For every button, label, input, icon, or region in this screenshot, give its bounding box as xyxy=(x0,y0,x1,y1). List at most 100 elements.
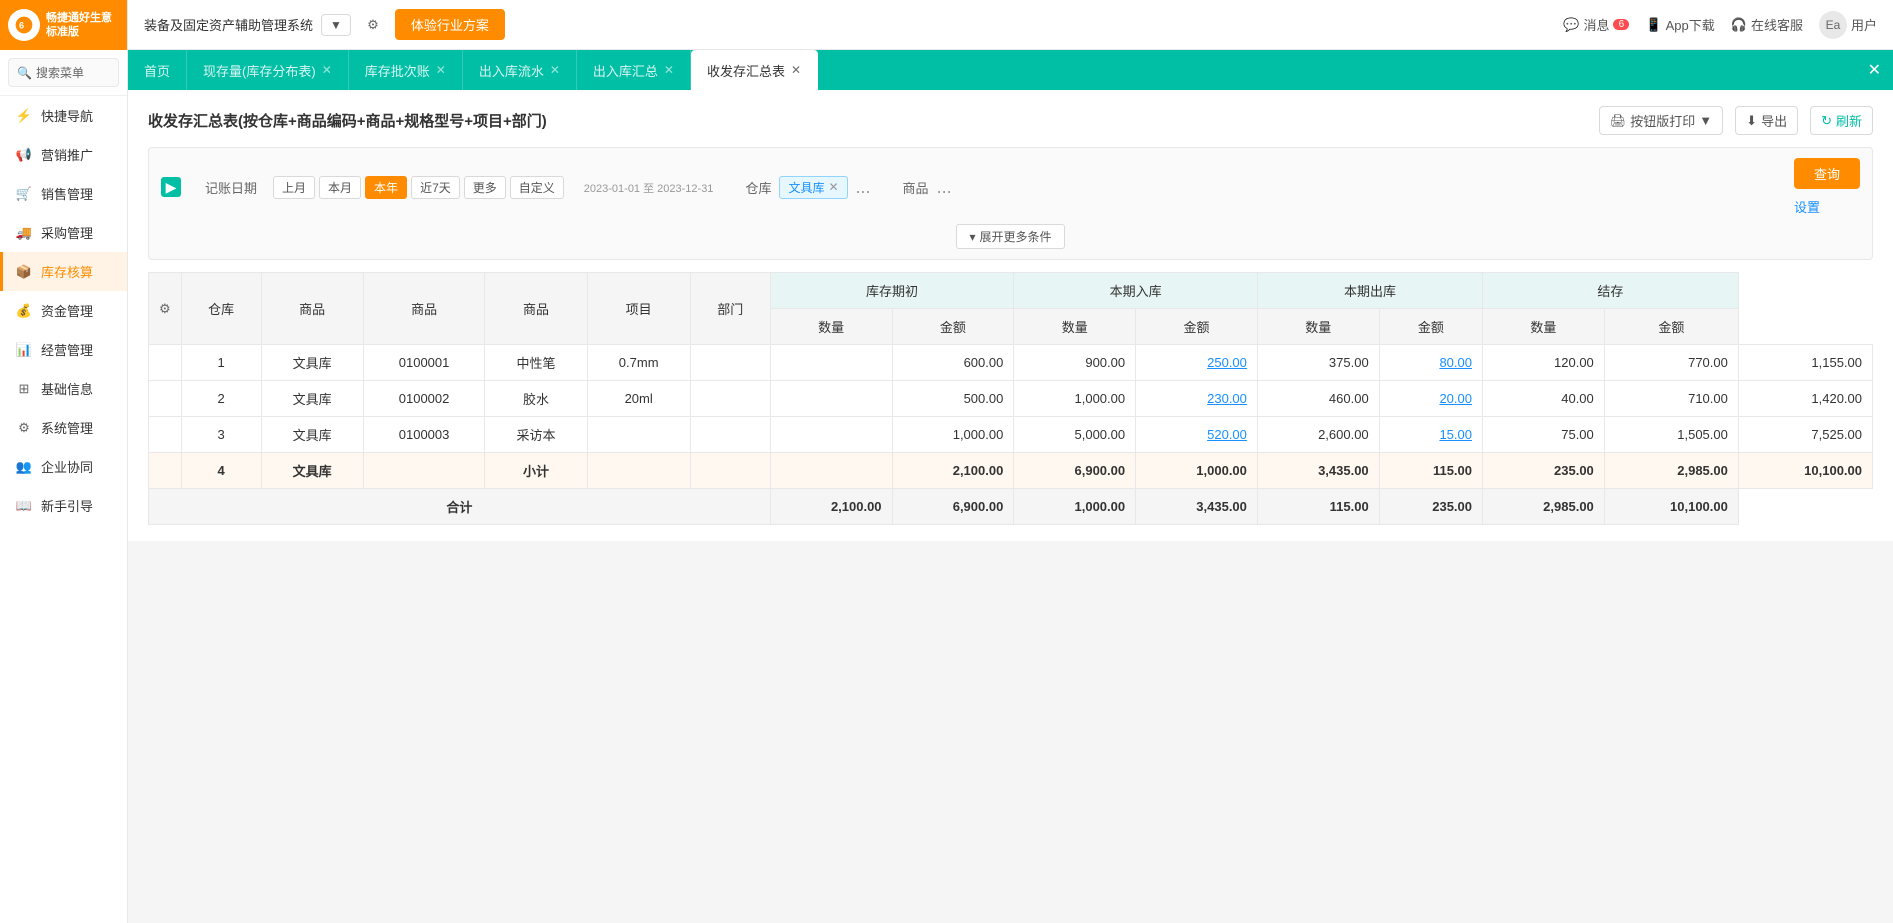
search-menu-button[interactable]: 🔍 搜索菜单 xyxy=(8,58,119,87)
th-opening: 库存期初 xyxy=(770,273,1014,309)
row-out-qty[interactable]: 80.00 xyxy=(1379,345,1482,381)
date-this-month[interactable]: 本月 xyxy=(319,176,361,199)
row-no: 3 xyxy=(181,417,261,453)
row-out-qty[interactable]: 20.00 xyxy=(1379,381,1482,417)
date-custom[interactable]: 自定义 xyxy=(510,176,564,199)
tab-batch-close[interactable]: ✕ xyxy=(436,63,446,77)
tab-inout-flow-close[interactable]: ✕ xyxy=(550,63,560,77)
chart-icon: 📊 xyxy=(15,341,33,359)
online-service-label: 在线客服 xyxy=(1751,15,1803,34)
sidebar-item-guide[interactable]: 📖 新手引导 xyxy=(0,486,127,525)
message-label: 消息 xyxy=(1583,15,1609,34)
footer-out-qty: 115.00 xyxy=(1257,489,1379,525)
date-label: 记账日期 xyxy=(205,178,257,197)
row-in-qty[interactable]: 230.00 xyxy=(1136,381,1258,417)
sidebar-item-basic[interactable]: ⊞ 基础信息 xyxy=(0,369,127,408)
box-icon: 📦 xyxy=(15,263,33,281)
tab-batch[interactable]: 库存批次账 ✕ xyxy=(349,50,463,90)
th-settings[interactable]: ⚙ xyxy=(149,273,182,345)
tab-home[interactable]: 首页 xyxy=(128,50,187,90)
try-button[interactable]: 体验行业方案 xyxy=(395,9,505,40)
row-open-qty: 2,100.00 xyxy=(892,453,1014,489)
row-out-amt: 75.00 xyxy=(1483,417,1605,453)
row-settings xyxy=(149,381,182,417)
row-close-qty: 2,985.00 xyxy=(1604,453,1738,489)
tab-inout-summary[interactable]: 出入库汇总 ✕ xyxy=(577,50,691,90)
user-item[interactable]: Ea 用户 xyxy=(1819,11,1877,39)
page-actions: 🖨 按钮版打印 ▼ ⬇ 导出 ↻ 刷新 xyxy=(1599,106,1873,135)
message-item[interactable]: 💬 消息 6 xyxy=(1563,15,1629,34)
book-icon: 📖 xyxy=(15,497,33,515)
row-in-qty[interactable]: 520.00 xyxy=(1136,417,1258,453)
system-dropdown[interactable]: ▼ xyxy=(321,14,351,36)
sidebar-logo: 6 畅捷通好生意 标准版 xyxy=(0,0,127,50)
settings-icon: ⚙ xyxy=(15,419,33,437)
th-close-qty: 数量 xyxy=(1483,309,1605,345)
row-settings xyxy=(149,417,182,453)
sidebar-item-label: 企业协同 xyxy=(41,457,93,476)
row-out-qty[interactable]: 15.00 xyxy=(1379,417,1482,453)
user-label: 用户 xyxy=(1851,15,1877,34)
sidebar-item-label: 基础信息 xyxy=(41,379,93,398)
tab-inout-summary-label: 出入库汇总 xyxy=(593,61,658,80)
row-warehouse: 文具库 xyxy=(261,453,363,489)
warehouse-more[interactable]: ... xyxy=(856,177,871,198)
warehouse-tag-close[interactable]: ✕ xyxy=(828,180,838,194)
row-close-amt: 1,420.00 xyxy=(1738,381,1872,417)
export-icon: ⬇ xyxy=(1746,113,1757,129)
sidebar-item-inventory[interactable]: 📦 库存核算 xyxy=(0,252,127,291)
row-dept xyxy=(770,417,892,453)
row-project xyxy=(690,345,770,381)
date-this-year[interactable]: 本年 xyxy=(365,176,407,199)
row-out-amt: 40.00 xyxy=(1483,381,1605,417)
th-period-in: 本期入库 xyxy=(1014,273,1258,309)
goods-more[interactable]: ... xyxy=(937,177,952,198)
sidebar-item-system[interactable]: ⚙ 系统管理 xyxy=(0,408,127,447)
footer-in-qty: 1,000.00 xyxy=(1014,489,1136,525)
goods-label: 商品 xyxy=(903,178,929,197)
tab-batch-label: 库存批次账 xyxy=(365,61,430,80)
th-code: 商品 xyxy=(261,273,363,345)
message-badge: 6 xyxy=(1613,19,1629,30)
print-button[interactable]: 🖨 按钮版打印 ▼ xyxy=(1599,106,1723,135)
row-in-qty[interactable]: 250.00 xyxy=(1136,345,1258,381)
tab-io-summary-close[interactable]: ✕ xyxy=(791,63,801,77)
row-spec: 0.7mm xyxy=(587,345,690,381)
expand-icon[interactable]: ▶ xyxy=(161,177,181,197)
warehouse-tag[interactable]: 文具库 ✕ xyxy=(779,176,847,199)
expand-more-button[interactable]: ▾ 展开更多条件 xyxy=(956,224,1064,249)
tab-inout-summary-close[interactable]: ✕ xyxy=(664,63,674,77)
sidebar-item-sales[interactable]: 🛒 销售管理 xyxy=(0,174,127,213)
row-out-qty: 115.00 xyxy=(1379,453,1482,489)
refresh-button[interactable]: ↻ 刷新 xyxy=(1810,106,1873,135)
filter-settings-link[interactable]: 设置 xyxy=(1794,197,1820,216)
sidebar-item-operation[interactable]: 📊 经营管理 xyxy=(0,330,127,369)
row-code: 0100003 xyxy=(363,417,485,453)
online-service-item[interactable]: 🎧 在线客服 xyxy=(1731,15,1803,34)
th-open-qty: 数量 xyxy=(770,309,892,345)
table-settings-icon[interactable]: ⚙ xyxy=(159,301,171,316)
export-button[interactable]: ⬇ 导出 xyxy=(1735,106,1798,135)
row-close-qty: 710.00 xyxy=(1604,381,1738,417)
sidebar-item-label: 采购管理 xyxy=(41,223,93,242)
date-more[interactable]: 更多 xyxy=(464,176,506,199)
topbar-settings-icon[interactable]: ⚙ xyxy=(359,11,387,39)
tab-io-summary[interactable]: 收发存汇总表 ✕ xyxy=(691,50,818,90)
sidebar-item-finance[interactable]: 💰 资金管理 xyxy=(0,291,127,330)
query-button[interactable]: 查询 xyxy=(1794,158,1860,189)
app-download-item[interactable]: 📱 App下载 xyxy=(1645,15,1714,34)
row-spec: 20ml xyxy=(587,381,690,417)
tab-inout-flow[interactable]: 出入库流水 ✕ xyxy=(463,50,577,90)
tab-stock-dist-close[interactable]: ✕ xyxy=(322,63,332,77)
sidebar-item-marketing[interactable]: 📢 营销推广 xyxy=(0,135,127,174)
sidebar-item-cooperation[interactable]: 👥 企业协同 xyxy=(0,447,127,486)
sidebar-item-quick[interactable]: ⚡ 快捷导航 xyxy=(0,96,127,135)
date-7days[interactable]: 近7天 xyxy=(411,176,460,199)
row-name: 采访本 xyxy=(485,417,587,453)
date-last-month[interactable]: 上月 xyxy=(273,176,315,199)
tabbar-close-button[interactable]: ✕ xyxy=(1856,60,1893,80)
sidebar-nav: ⚡ 快捷导航 📢 营销推广 🛒 销售管理 🚚 采购管理 📦 库存核算 💰 资金管… xyxy=(0,96,127,923)
sidebar-item-label: 资金管理 xyxy=(41,301,93,320)
tab-stock-dist[interactable]: 现存量(库存分布表) ✕ xyxy=(187,50,349,90)
sidebar-item-purchase[interactable]: 🚚 采购管理 xyxy=(0,213,127,252)
